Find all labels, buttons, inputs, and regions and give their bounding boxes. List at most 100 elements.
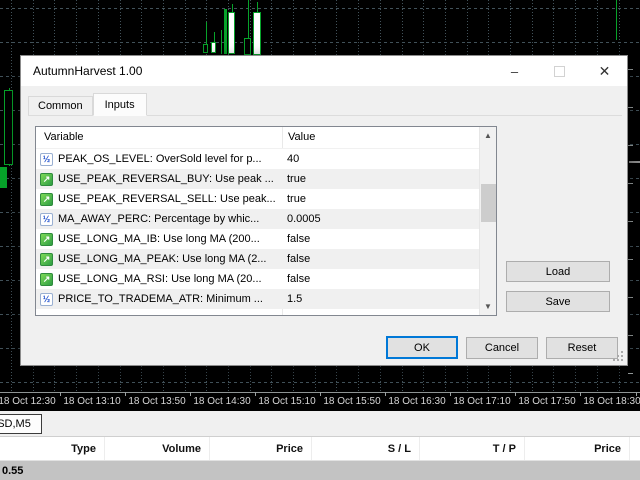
gridline-h [0,382,640,383]
time-label: 18 Oct 14:30 [193,396,251,407]
candle-body [211,42,216,53]
tab-common[interactable]: Common [28,96,93,116]
trade-column-price[interactable]: Price [525,437,630,460]
inputs-table-header: Variable Value [36,127,496,149]
minimize-button[interactable]: – [492,56,537,86]
param-name: USE_LONG_MA_PEAK: Use long MA (2... [58,253,267,265]
gridline-h [0,42,640,43]
tab-inputs-label: Inputs [104,98,135,111]
time-label: 18 Oct 15:10 [258,396,316,407]
time-label: 18 Oct 13:50 [128,396,186,407]
param-name: MA_AWAY_PERC: Percentage by whic... [58,213,260,225]
boolean-param-icon: ↗ [40,232,53,246]
time-tick [255,392,256,396]
input-row[interactable]: ½ PEAK_OS_LEVEL: OverSold level for p... 4… [36,149,479,169]
param-value[interactable]: true [278,173,306,185]
save-button[interactable]: Save [506,291,610,312]
time-tick [580,392,581,396]
param-value[interactable]: 0.0005 [278,213,321,225]
balance-value: 0.55 [2,464,24,477]
price-tick [628,335,633,336]
input-row[interactable]: ↗ USE_PEAK_REVERSAL_SELL: Use peak... true [36,189,479,209]
candle-body [0,167,7,188]
param-value[interactable]: 40 [278,153,299,165]
price-tick [628,145,633,146]
price-tick [628,69,633,70]
candle-body [244,38,251,55]
price-tick [628,107,633,108]
ok-button[interactable]: OK [386,336,458,359]
param-name: USE_PEAK_REVERSAL_BUY: Use peak ... [58,173,274,185]
input-row[interactable]: ½ PRICE_TO_TRADEMA_ATR: Minimum ... 1.5 [36,289,479,309]
candle-body [253,12,261,55]
load-button[interactable]: Load [506,261,610,282]
boolean-param-icon: ↗ [40,252,53,266]
time-tick [320,392,321,396]
trade-column-type[interactable]: Type [0,437,105,460]
price-tick [628,183,633,184]
input-row[interactable]: ↗ USE_LONG_MA_RSI: Use long MA (20... fals… [36,269,479,289]
trade-column-price[interactable]: Price [210,437,312,460]
resize-grip[interactable] [613,351,625,363]
gridline-h [0,8,640,9]
boolean-param-icon: ↗ [40,272,53,286]
trade-column-tp[interactable]: T / P [420,437,525,460]
param-value[interactable]: 1.5 [278,293,302,305]
scroll-down-icon[interactable]: ▼ [480,298,496,315]
time-label: 18 Oct 16:30 [388,396,446,407]
trade-table-header: Type Volume Price S / LT / P Price [0,437,640,461]
trade-column-volume[interactable]: Volume [105,437,210,460]
maximize-button [537,56,582,86]
time-tick [515,392,516,396]
input-row[interactable]: ↗ USE_LONG_MA_IB: Use long MA (200... fals… [36,229,479,249]
tab-common-label: Common [38,100,83,112]
close-button[interactable]: ✕ [582,56,627,86]
param-value[interactable]: false [278,253,310,265]
cancel-button[interactable]: Cancel [466,337,538,359]
param-value[interactable]: false [278,233,310,245]
param-name: USE_LONG_MA_RSI: Use long MA (20... [58,273,262,285]
balance-row: 0.55 [0,461,640,480]
price-tick [628,373,633,374]
candle-wick [616,0,617,40]
time-label: 18 Oct 13:10 [63,396,121,407]
candle-wick [221,30,222,54]
tab-inputs[interactable]: Inputs [92,93,147,116]
input-row[interactable]: ↗ USE_LONG_MA_PEAK: Use long MA (2... fals… [36,249,479,269]
time-tick [60,392,61,396]
reset-button[interactable]: Reset [546,337,618,359]
time-label: 18 Oct 18:30 [583,396,640,407]
time-label: 18 Oct 17:50 [518,396,576,407]
param-name: PRICE_TO_TRADEMA_ATR: Minimum ... [58,293,263,305]
numeric-param-icon: ½ [40,212,53,226]
screen: 18 Oct 12:30 18 Oct 13:10 18 Oct 13:50 18 O… [0,0,640,480]
time-label: 18 Oct 17:10 [453,396,511,407]
candle-body [224,9,227,54]
param-name: USE_LONG_MA_IB: Use long MA (200... [58,233,260,245]
expert-properties-dialog: AutumnHarvest 1.00 – ✕ Common Inputs Var… [20,55,628,366]
candle-body [4,90,13,165]
param-value[interactable]: true [278,193,306,205]
scroll-up-icon[interactable]: ▲ [480,127,496,144]
scrollbar[interactable]: ▲ ▼ [479,127,496,315]
numeric-param-icon: ½ [40,152,53,166]
input-row[interactable]: ½ MA_AWAY_PERC: Percentage by whic... 0.00… [36,209,479,229]
time-tick [190,392,191,396]
dialog-titlebar[interactable]: AutumnHarvest 1.00 – ✕ [21,56,627,86]
trade-column-sl[interactable]: S / L [312,437,420,460]
input-row[interactable]: ↗ USE_PEAK_REVERSAL_BUY: Use peak ... true [36,169,479,189]
time-label: 18 Oct 15:50 [323,396,381,407]
price-line-fragment [629,161,640,163]
param-value[interactable]: false [278,273,310,285]
chart-tab-symbol[interactable]: SD,M5 [0,414,42,434]
boolean-param-icon: ↗ [40,172,53,186]
window-controls: – ✕ [492,56,627,86]
price-tick [628,221,633,222]
value-column-header[interactable]: Value [288,131,315,143]
candle-body [203,44,208,53]
minimize-icon: – [510,63,519,79]
variable-column-header[interactable]: Variable [44,131,84,143]
numeric-param-icon: ½ [40,292,53,306]
scrollbar-thumb[interactable] [481,184,496,222]
time-tick [385,392,386,396]
